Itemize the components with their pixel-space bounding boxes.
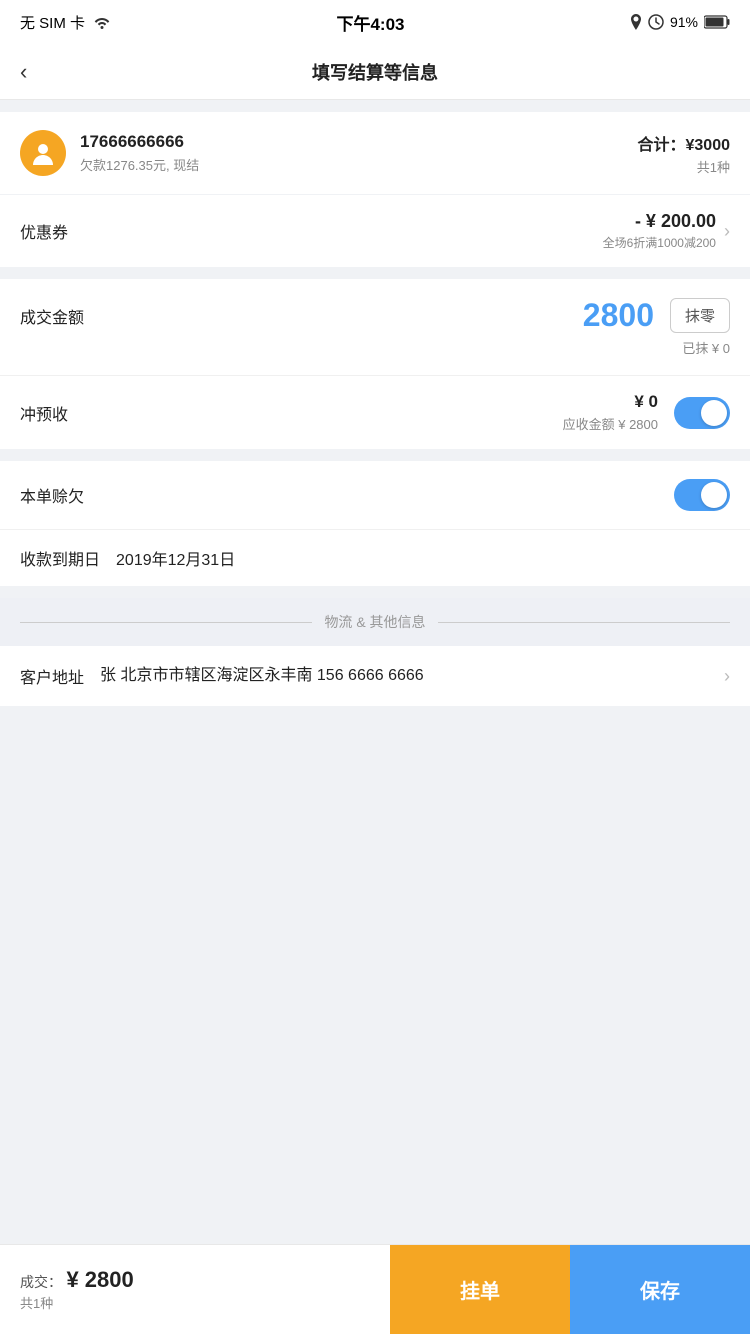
prepay-row: 冲预收 ¥ 0 应收金额 ¥ 2800	[20, 392, 730, 433]
deal-row: 成交金额 2800 抹零	[20, 297, 730, 334]
main-content: 17666666666 欠款1276.35元, 现结 合计：¥3000 共1种 …	[0, 112, 750, 966]
debt-section: 本单赊欠	[0, 461, 750, 529]
debt-toggle[interactable]	[674, 479, 730, 511]
coupon-info: - ¥ 200.00 全场6折满1000减200	[603, 211, 716, 251]
coupon-label: 优惠券	[20, 219, 68, 243]
status-right: 91%	[630, 14, 730, 30]
wifi-icon	[93, 15, 111, 29]
prepay-sub: 应收金额 ¥ 2800	[563, 414, 658, 433]
deal-amount-label: 成交金额	[20, 304, 84, 328]
logistics-label: 物流 & 其他信息	[324, 612, 425, 632]
bottom-deal-amount: ¥ 2800	[66, 1267, 133, 1292]
bottom-bar: 成交： ¥ 2800 共1种 挂单 保存	[0, 1244, 750, 1334]
address-arrow-icon: ›	[724, 666, 730, 687]
status-time: 下午4:03	[336, 10, 404, 35]
prepay-info: ¥ 0 应收金额 ¥ 2800	[563, 392, 658, 433]
battery-icon	[704, 15, 730, 29]
section-gap-3	[0, 586, 750, 598]
prepay-label: 冲预收	[20, 401, 68, 425]
prepay-toggle[interactable]	[674, 397, 730, 429]
prepay-section: 冲预收 ¥ 0 应收金额 ¥ 2800	[0, 375, 750, 449]
customer-card: 17666666666 欠款1276.35元, 现结 合计：¥3000 共1种	[0, 112, 750, 194]
no-sim-text: 无 SIM 卡	[20, 12, 85, 33]
status-bar: 无 SIM 卡 下午4:03 91%	[0, 0, 750, 44]
divider-line-right	[438, 622, 730, 623]
coupon-right: - ¥ 200.00 全场6折满1000减200 ›	[603, 211, 730, 251]
due-section: 收款到期日 2019年12月31日	[0, 529, 750, 586]
customer-phone: 17666666666	[80, 132, 199, 152]
due-date-value: 2019年12月31日	[116, 546, 235, 570]
coupon-row[interactable]: 优惠券 - ¥ 200.00 全场6折满1000减200 ›	[0, 195, 750, 267]
chevron-right-icon: ›	[724, 221, 730, 242]
section-gap-1	[0, 267, 750, 279]
deal-right: 2800 抹零	[583, 297, 730, 334]
total-count: 共1种	[638, 157, 731, 176]
bottom-deal-count: 共1种	[20, 1293, 370, 1312]
save-button[interactable]: 保存	[570, 1245, 750, 1334]
hang-button[interactable]: 挂单	[390, 1245, 570, 1334]
section-gap-2	[0, 449, 750, 461]
prepay-right: ¥ 0 应收金额 ¥ 2800	[563, 392, 730, 433]
deal-amount-value: 2800	[583, 297, 654, 334]
coupon-discount: - ¥ 200.00	[603, 211, 716, 232]
customer-info: 17666666666 欠款1276.35元, 现结	[80, 132, 199, 174]
address-section[interactable]: 客户地址 张 北京市市辖区海淀区永丰南 156 6666 6666 ›	[0, 646, 750, 706]
bottom-deal-label: 成交：	[20, 1274, 62, 1290]
bottom-deal-info: 成交： ¥ 2800 共1种	[0, 1267, 390, 1312]
divider-line-left	[20, 622, 312, 623]
debt-label: 本单赊欠	[20, 483, 84, 507]
prepay-amount: ¥ 0	[563, 392, 658, 412]
page-title: 填写结算等信息	[312, 59, 438, 85]
customer-right: 合计：¥3000 共1种	[638, 131, 731, 176]
battery-text: 91%	[670, 14, 698, 30]
back-button[interactable]: ‹	[20, 59, 27, 85]
status-left: 无 SIM 卡	[20, 12, 111, 33]
customer-left: 17666666666 欠款1276.35元, 现结	[20, 130, 199, 176]
address-label: 客户地址	[20, 664, 84, 688]
total-amount: 合计：¥3000	[638, 131, 731, 155]
nav-bar: ‹ 填写结算等信息	[0, 44, 750, 100]
round-button[interactable]: 抹零	[670, 298, 730, 333]
address-content: 张 北京市市辖区海淀区永丰南 156 6666 6666	[100, 664, 716, 688]
deal-section: 成交金额 2800 抹零 已抹 ¥ 0	[0, 279, 750, 375]
deal-sub: 已抹 ¥ 0	[20, 338, 730, 357]
customer-sub: 欠款1276.35元, 现结	[80, 155, 199, 174]
logistics-divider: 物流 & 其他信息	[0, 598, 750, 646]
clock-icon	[648, 14, 664, 30]
avatar	[20, 130, 66, 176]
bottom-deal-row: 成交： ¥ 2800	[20, 1267, 370, 1293]
coupon-desc: 全场6折满1000减200	[603, 234, 716, 251]
extra-gray-space	[0, 706, 750, 866]
due-row: 收款到期日 2019年12月31日	[20, 546, 730, 570]
location-icon	[630, 14, 642, 30]
due-date-label: 收款到期日	[20, 546, 100, 570]
